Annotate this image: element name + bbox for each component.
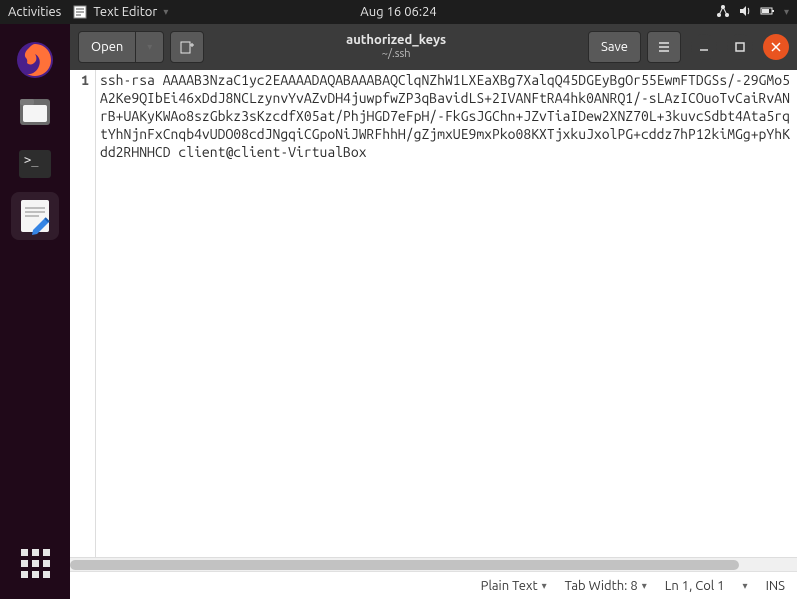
cursor-position-label: Ln 1, Col 1 xyxy=(665,579,725,593)
chevron-down-icon: ▾ xyxy=(542,580,547,592)
dock-files[interactable] xyxy=(11,88,59,136)
svg-text:>_: >_ xyxy=(24,153,39,167)
chevron-down-icon: ▾ xyxy=(147,41,152,53)
minimize-button[interactable] xyxy=(691,34,717,60)
horizontal-scrollbar[interactable] xyxy=(70,557,797,571)
chevron-down-icon: ▾ xyxy=(642,580,647,592)
close-button[interactable] xyxy=(763,34,789,60)
line-number: 1 xyxy=(70,72,89,88)
statusbar: Plain Text ▾ Tab Width: 8 ▾ Ln 1, Col 1 … xyxy=(70,571,797,599)
activities-button[interactable]: Activities xyxy=(8,5,61,19)
syntax-label: Plain Text xyxy=(481,579,538,593)
editor-area: 1 ssh-rsa AAAAB3NzaC1yc2EAAAADAQABAAABAQ… xyxy=(70,70,797,557)
chevron-down-icon[interactable]: ▾ xyxy=(743,580,748,592)
chevron-down-icon: ▾ xyxy=(163,6,168,18)
text-editor-icon xyxy=(73,5,87,19)
ubuntu-dock: >_ xyxy=(0,24,70,599)
window-title: authorized_keys ~/.ssh xyxy=(210,33,582,62)
headerbar: Open ▾ authorized_keys ~/.ssh Save xyxy=(70,24,797,70)
insert-mode[interactable]: INS xyxy=(766,579,785,593)
tab-width-label: Tab Width: 8 xyxy=(565,579,638,593)
network-icon[interactable] xyxy=(716,4,730,21)
title-text: authorized_keys xyxy=(210,33,582,49)
scrollbar-thumb[interactable] xyxy=(70,560,739,570)
app-menu[interactable]: Text Editor ▾ xyxy=(73,5,168,19)
syntax-selector[interactable]: Plain Text ▾ xyxy=(481,579,547,593)
text-content[interactable]: ssh-rsa AAAAB3NzaC1yc2EAAAADAQABAAABAQCl… xyxy=(96,70,797,557)
dock-text-editor[interactable] xyxy=(11,192,59,240)
volume-icon[interactable] xyxy=(738,4,752,21)
tab-width-selector[interactable]: Tab Width: 8 ▾ xyxy=(565,579,647,593)
battery-icon[interactable] xyxy=(760,4,776,21)
open-button[interactable]: Open xyxy=(78,31,136,63)
new-tab-button[interactable] xyxy=(170,31,204,63)
open-button-group: Open ▾ xyxy=(78,31,164,63)
app-menu-label: Text Editor xyxy=(93,5,157,19)
insert-mode-label: INS xyxy=(766,579,785,593)
dock-firefox[interactable] xyxy=(11,36,59,84)
save-button[interactable]: Save xyxy=(588,31,641,63)
gedit-window: Open ▾ authorized_keys ~/.ssh Save 1 ssh… xyxy=(70,24,797,599)
system-menu-chevron-icon[interactable]: ▾ xyxy=(784,6,789,18)
line-number-gutter: 1 xyxy=(70,70,96,557)
gnome-topbar: Activities Text Editor ▾ Aug 16 06:24 ▾ xyxy=(0,0,797,24)
subtitle-text: ~/.ssh xyxy=(210,48,582,61)
open-recent-button[interactable]: ▾ xyxy=(136,31,164,63)
dock-terminal[interactable]: >_ xyxy=(11,140,59,188)
maximize-button[interactable] xyxy=(727,34,753,60)
cursor-position[interactable]: Ln 1, Col 1 xyxy=(665,579,725,593)
dock-show-applications[interactable] xyxy=(11,539,59,587)
clock[interactable]: Aug 16 06:24 xyxy=(360,5,437,19)
hamburger-menu-button[interactable] xyxy=(647,31,681,63)
